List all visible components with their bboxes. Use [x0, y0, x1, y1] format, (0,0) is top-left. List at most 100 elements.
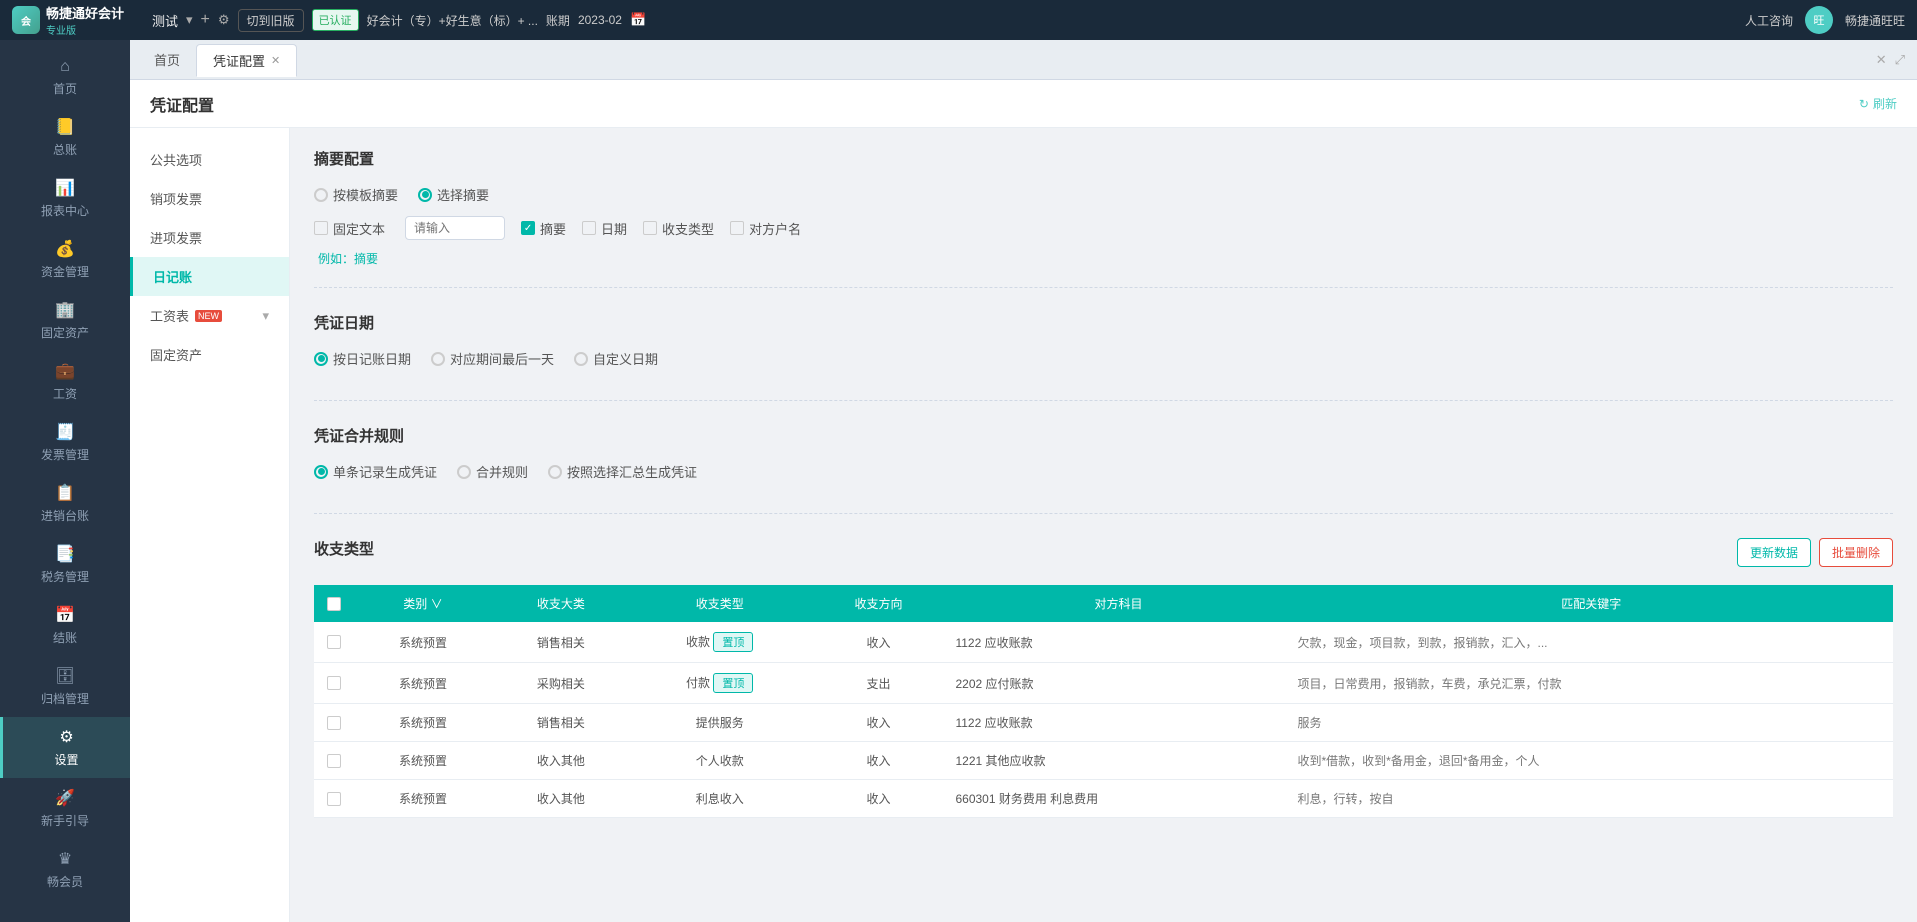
col-keywords: 匹配关键字 — [1290, 585, 1893, 622]
row-keywords: 欠款，现金，项目款，到款，报销款，汇入，... — [1290, 622, 1893, 663]
left-nav: 公共选项 销项发票 进项发票 日记账 工资表 NEW ▾ 固定资产 — [130, 128, 290, 922]
radio-journal-date[interactable]: 按日记账日期 — [314, 349, 411, 368]
row-major-type: 收入其他 — [492, 780, 630, 818]
env-arrow-icon[interactable]: ▾ — [186, 12, 193, 28]
radio-total-generate[interactable]: 按照选择汇总生成凭证 — [548, 462, 697, 481]
tab-close-icon[interactable]: ✕ — [271, 54, 280, 67]
logo-icon: 会 — [12, 6, 40, 34]
main-layout: ⌂ 首页 📒 总账 📊 报表中心 💰 资金管理 🏢 固定资产 💼 工资 🧾 发票… — [0, 40, 1917, 922]
batch-delete-button[interactable]: 批量删除 — [1819, 538, 1893, 567]
tab-voucher-config[interactable]: 凭证配置 ✕ — [196, 44, 297, 77]
row-subject: 2202 应付账款 — [947, 663, 1289, 704]
sidebar-item-assets[interactable]: 🏢 固定资产 — [0, 290, 130, 351]
tab-bar-expand-icon[interactable]: ⤢ — [1895, 52, 1905, 68]
income-expense-title: 收支类型 — [314, 538, 374, 559]
sidebar-item-fund[interactable]: 💰 资金管理 — [0, 229, 130, 290]
avatar: 旺 — [1805, 6, 1833, 34]
sidebar-item-guide[interactable]: 🚀 新手引导 — [0, 778, 130, 839]
row-direction: 收入 — [810, 742, 948, 780]
sidebar-item-home[interactable]: ⌂ 首页 — [0, 48, 130, 107]
user-label: 畅捷通旺旺 — [1845, 12, 1905, 29]
tab-home[interactable]: 首页 — [142, 44, 192, 75]
sidebar-item-invoice[interactable]: 🧾 发票管理 — [0, 412, 130, 473]
row-income-type: 提供服务 — [630, 704, 810, 742]
sidebar-item-close[interactable]: 📅 结账 — [0, 595, 130, 656]
sidebar-item-archive[interactable]: 🗄 归档管理 — [0, 656, 130, 717]
row-checkbox[interactable] — [327, 676, 341, 690]
checkbox-counterparty[interactable]: 对方户名 — [730, 219, 801, 238]
left-nav-fixed-assets[interactable]: 固定资产 — [130, 335, 289, 374]
sidebar-item-label: 结账 — [53, 629, 77, 646]
checkbox-date[interactable]: 日期 — [582, 219, 627, 238]
sidebar-item-label: 新手引导 — [41, 812, 89, 829]
tab-bar-close-icon[interactable]: ✕ — [1876, 52, 1887, 68]
left-nav-journal[interactable]: 日记账 — [130, 257, 289, 296]
calendar-icon[interactable]: 📅 — [630, 12, 646, 28]
fixed-text-input[interactable] — [405, 216, 505, 240]
left-nav-purchase-invoice[interactable]: 进项发票 — [130, 218, 289, 257]
update-data-button[interactable]: 更新数据 — [1737, 538, 1811, 567]
page-header: 凭证配置 ↻ 刷新 — [130, 80, 1917, 128]
date-title: 凭证日期 — [314, 312, 1893, 333]
row-subject: 1122 应收账款 — [947, 622, 1289, 663]
left-nav-sales-invoice[interactable]: 销项发票 — [130, 179, 289, 218]
radio-merge-rule[interactable]: 合并规则 — [457, 462, 528, 481]
row-keywords: 项目，日常费用，报销款，车费，承兑汇票，付款 — [1290, 663, 1893, 704]
period-label: 账期 — [546, 12, 570, 29]
sidebar-item-member[interactable]: ♛ 畅会员 — [0, 839, 130, 900]
summary-title: 摘要配置 — [314, 148, 1893, 169]
consult-button[interactable]: 人工咨询 — [1745, 12, 1793, 29]
checkbox-income-type[interactable]: 收支类型 — [643, 219, 714, 238]
switch-version-button[interactable]: 切到旧版 — [238, 9, 304, 32]
top-bar-right: 人工咨询 旺 畅捷通旺旺 — [1745, 6, 1905, 34]
radio-circle-selected — [418, 188, 432, 202]
select-all-checkbox[interactable] — [327, 597, 341, 611]
radio-template-summary[interactable]: 按模板摘要 — [314, 185, 398, 204]
checkbox-date-box — [582, 221, 596, 235]
checkbox-fixed-text[interactable]: 固定文本 — [314, 219, 385, 238]
refresh-button[interactable]: ↻ 刷新 — [1859, 95, 1897, 112]
inner-layout: 公共选项 销项发票 进项发票 日记账 工资表 NEW ▾ 固定资产 — [130, 128, 1917, 922]
sidebar-item-salary[interactable]: 💼 工资 — [0, 351, 130, 412]
sidebar-item-purchase[interactable]: 📋 进销台账 — [0, 473, 130, 534]
table-row: 系统预置 收入其他 利息收入 收入 660301 财务费用 利息费用 利息，行转… — [314, 780, 1893, 818]
radio-single-record[interactable]: 单条记录生成凭证 — [314, 462, 437, 481]
row-checkbox[interactable] — [327, 754, 341, 768]
row-checkbox[interactable] — [327, 716, 341, 730]
income-expense-section: 收支类型 更新数据 批量删除 类别 ∨ 收支大类 收支类型 — [314, 538, 1893, 818]
top-tag[interactable]: 置顶 — [713, 673, 753, 693]
sidebar-item-report[interactable]: 📊 报表中心 — [0, 168, 130, 229]
page-title: 凭证配置 — [150, 92, 214, 116]
merge-section: 凭证合并规则 单条记录生成凭证 合并规则 按照选择汇总生成凭证 — [314, 425, 1893, 514]
sidebar-item-label: 资金管理 — [41, 263, 89, 280]
example-label: 例如：摘要 — [318, 250, 1893, 267]
sidebar-item-tax[interactable]: 📑 税务管理 — [0, 534, 130, 595]
sidebar-item-label: 设置 — [54, 751, 78, 768]
row-checkbox[interactable] — [327, 635, 341, 649]
left-nav-payroll[interactable]: 工资表 NEW ▾ — [130, 296, 289, 335]
top-bar: 会 畅捷通好会计 专业版 测试 ▾ + ⚙ 切到旧版 已认证 好会计（专）+好生… — [0, 0, 1917, 40]
radio-select-summary[interactable]: 选择摘要 — [418, 185, 489, 204]
radio-custom-circle — [574, 352, 588, 366]
add-button[interactable]: + — [201, 11, 210, 29]
radio-circle — [314, 188, 328, 202]
purchase-icon: 📋 — [55, 483, 75, 503]
table-actions: 更新数据 批量删除 — [1737, 538, 1893, 567]
radio-period-last-day[interactable]: 对应期间最后一天 — [431, 349, 554, 368]
member-icon: ♛ — [58, 849, 72, 869]
settings-icon[interactable]: ⚙ — [218, 12, 230, 28]
top-tag[interactable]: 置顶 — [713, 632, 753, 652]
row-checkbox[interactable] — [327, 792, 341, 806]
radio-custom-date[interactable]: 自定义日期 — [574, 349, 658, 368]
row-direction: 收入 — [810, 622, 948, 663]
certified-tag: 已认证 — [312, 9, 359, 31]
row-major-type: 收入其他 — [492, 742, 630, 780]
left-nav-public[interactable]: 公共选项 — [130, 140, 289, 179]
top-bar-middle: 测试 ▾ + ⚙ 切到旧版 已认证 好会计（专）+好生意（标）+ ... 账期 … — [152, 9, 1735, 32]
sidebar-item-ledger[interactable]: 📒 总账 — [0, 107, 130, 168]
checkbox-summary[interactable]: ✓ 摘要 — [521, 219, 566, 238]
summary-checkbox-row: 固定文本 ✓ 摘要 日期 收支类型 — [314, 216, 1893, 240]
guide-icon: 🚀 — [55, 788, 75, 808]
sidebar-item-settings[interactable]: ⚙ 设置 — [0, 717, 130, 778]
accounting-label: 好会计（专）+好生意（标）+ ... — [367, 12, 538, 29]
